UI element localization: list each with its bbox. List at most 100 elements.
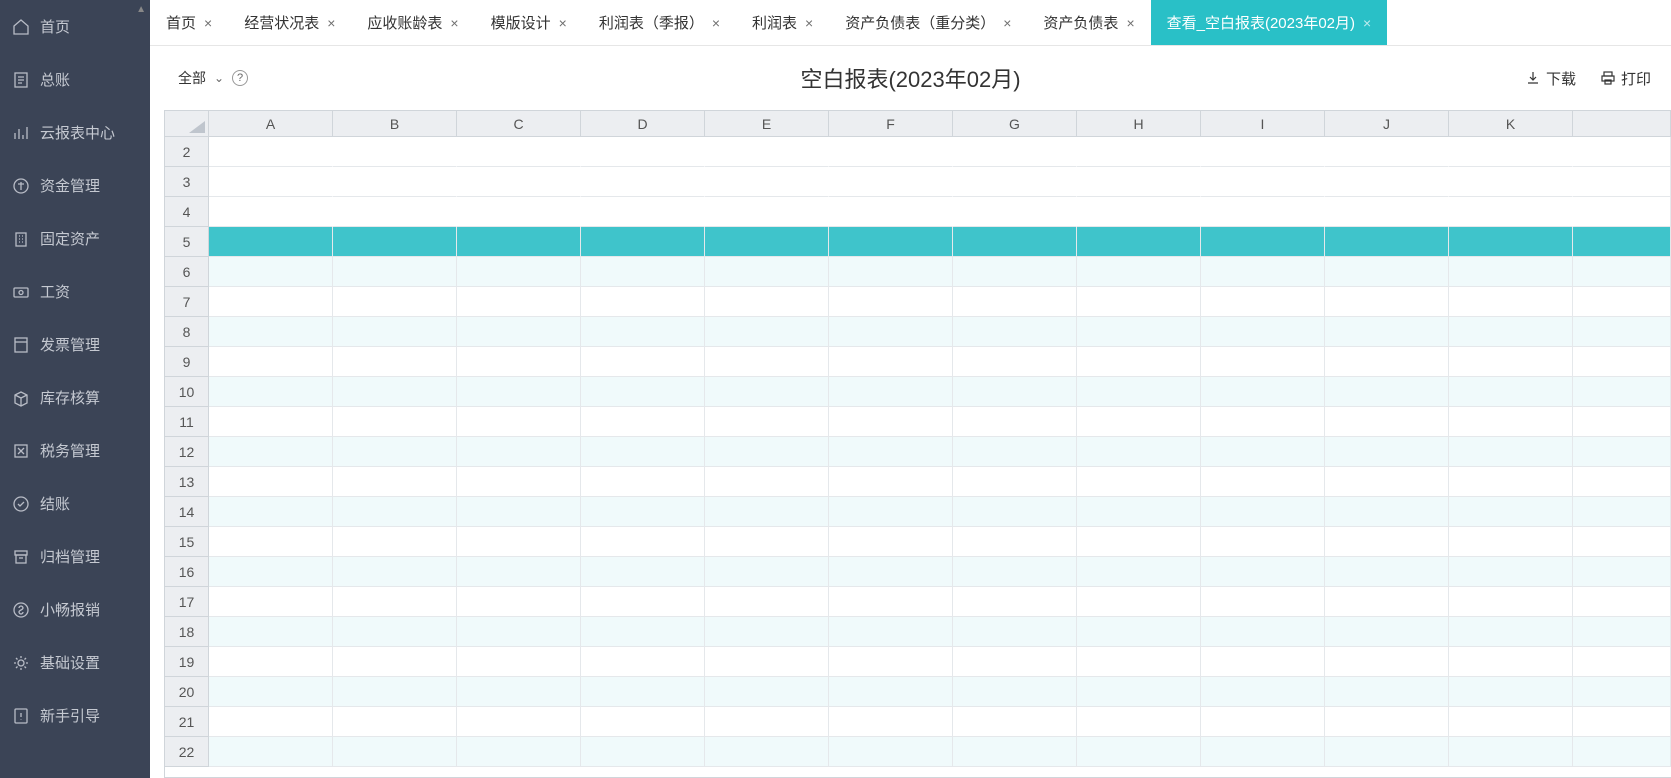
cell-H2[interactable]	[1077, 137, 1201, 167]
cell-K7[interactable]	[1449, 287, 1573, 317]
tab-4[interactable]: 利润表（季报）×	[583, 0, 736, 45]
cell-H19[interactable]	[1077, 647, 1201, 677]
cell-I6[interactable]	[1201, 257, 1325, 287]
cell-K19[interactable]	[1449, 647, 1573, 677]
cell-H12[interactable]	[1077, 437, 1201, 467]
cell-H17[interactable]	[1077, 587, 1201, 617]
cell-A12[interactable]	[209, 437, 333, 467]
row-header-5[interactable]: 5	[165, 227, 209, 257]
cell-H22[interactable]	[1077, 737, 1201, 767]
row-header-13[interactable]: 13	[165, 467, 209, 497]
cell-G20[interactable]	[953, 677, 1077, 707]
cell-J2[interactable]	[1325, 137, 1449, 167]
column-header-E[interactable]: E	[705, 111, 829, 137]
cell-F22[interactable]	[829, 737, 953, 767]
cell-B6[interactable]	[333, 257, 457, 287]
cell-C7[interactable]	[457, 287, 581, 317]
row-header-17[interactable]: 17	[165, 587, 209, 617]
cell-J14[interactable]	[1325, 497, 1449, 527]
cell-F2[interactable]	[829, 137, 953, 167]
cell-K9[interactable]	[1449, 347, 1573, 377]
cell-J20[interactable]	[1325, 677, 1449, 707]
cell-D10[interactable]	[581, 377, 705, 407]
cell-B21[interactable]	[333, 707, 457, 737]
cell-J6[interactable]	[1325, 257, 1449, 287]
row-header-11[interactable]: 11	[165, 407, 209, 437]
row-header-14[interactable]: 14	[165, 497, 209, 527]
cell-D19[interactable]	[581, 647, 705, 677]
cell-G3[interactable]	[953, 167, 1077, 197]
cell-F21[interactable]	[829, 707, 953, 737]
tab-6[interactable]: 资产负债表（重分类）×	[829, 0, 1027, 45]
row-header-16[interactable]: 16	[165, 557, 209, 587]
cell-K4[interactable]	[1449, 197, 1573, 227]
sidebar-item-chart[interactable]: 云报表中心	[0, 106, 150, 159]
close-icon[interactable]: ×	[450, 15, 458, 31]
cell-H16[interactable]	[1077, 557, 1201, 587]
cell-D14[interactable]	[581, 497, 705, 527]
cell-D21[interactable]	[581, 707, 705, 737]
cell-K6[interactable]	[1449, 257, 1573, 287]
row-header-12[interactable]: 12	[165, 437, 209, 467]
cell-K21[interactable]	[1449, 707, 1573, 737]
cell-F14[interactable]	[829, 497, 953, 527]
cell-F9[interactable]	[829, 347, 953, 377]
cell-C16[interactable]	[457, 557, 581, 587]
column-header-G[interactable]: G	[953, 111, 1077, 137]
cell-E9[interactable]	[705, 347, 829, 377]
sidebar-item-inventory[interactable]: 库存核算	[0, 371, 150, 424]
cell-extra-14[interactable]	[1573, 497, 1671, 527]
cell-I16[interactable]	[1201, 557, 1325, 587]
cell-H3[interactable]	[1077, 167, 1201, 197]
cell-G17[interactable]	[953, 587, 1077, 617]
select-all-corner[interactable]	[165, 111, 209, 137]
cell-B22[interactable]	[333, 737, 457, 767]
cell-D9[interactable]	[581, 347, 705, 377]
cell-A5[interactable]	[209, 227, 333, 257]
cell-D4[interactable]	[581, 197, 705, 227]
column-header-D[interactable]: D	[581, 111, 705, 137]
cell-J11[interactable]	[1325, 407, 1449, 437]
cell-E4[interactable]	[705, 197, 829, 227]
cell-C3[interactable]	[457, 167, 581, 197]
cell-D18[interactable]	[581, 617, 705, 647]
row-header-7[interactable]: 7	[165, 287, 209, 317]
row-header-4[interactable]: 4	[165, 197, 209, 227]
cell-extra-4[interactable]	[1573, 197, 1671, 227]
cell-G10[interactable]	[953, 377, 1077, 407]
cell-A6[interactable]	[209, 257, 333, 287]
cell-A20[interactable]	[209, 677, 333, 707]
column-header-F[interactable]: F	[829, 111, 953, 137]
cell-G21[interactable]	[953, 707, 1077, 737]
close-icon[interactable]: ×	[1126, 15, 1134, 31]
cell-G18[interactable]	[953, 617, 1077, 647]
cell-K12[interactable]	[1449, 437, 1573, 467]
cell-J9[interactable]	[1325, 347, 1449, 377]
cell-extra-6[interactable]	[1573, 257, 1671, 287]
cell-extra-10[interactable]	[1573, 377, 1671, 407]
cell-J16[interactable]	[1325, 557, 1449, 587]
cell-H7[interactable]	[1077, 287, 1201, 317]
cell-D8[interactable]	[581, 317, 705, 347]
sidebar-item-archive[interactable]: 归档管理	[0, 530, 150, 583]
cell-J15[interactable]	[1325, 527, 1449, 557]
cell-I17[interactable]	[1201, 587, 1325, 617]
cell-F16[interactable]	[829, 557, 953, 587]
cell-I7[interactable]	[1201, 287, 1325, 317]
cell-B10[interactable]	[333, 377, 457, 407]
cell-B2[interactable]	[333, 137, 457, 167]
row-header-8[interactable]: 8	[165, 317, 209, 347]
row-header-2[interactable]: 2	[165, 137, 209, 167]
cell-B15[interactable]	[333, 527, 457, 557]
cell-F19[interactable]	[829, 647, 953, 677]
cell-K2[interactable]	[1449, 137, 1573, 167]
cell-D17[interactable]	[581, 587, 705, 617]
cell-A21[interactable]	[209, 707, 333, 737]
cell-E11[interactable]	[705, 407, 829, 437]
cell-C10[interactable]	[457, 377, 581, 407]
cell-B7[interactable]	[333, 287, 457, 317]
cell-A7[interactable]	[209, 287, 333, 317]
cell-E18[interactable]	[705, 617, 829, 647]
row-header-21[interactable]: 21	[165, 707, 209, 737]
cell-B8[interactable]	[333, 317, 457, 347]
